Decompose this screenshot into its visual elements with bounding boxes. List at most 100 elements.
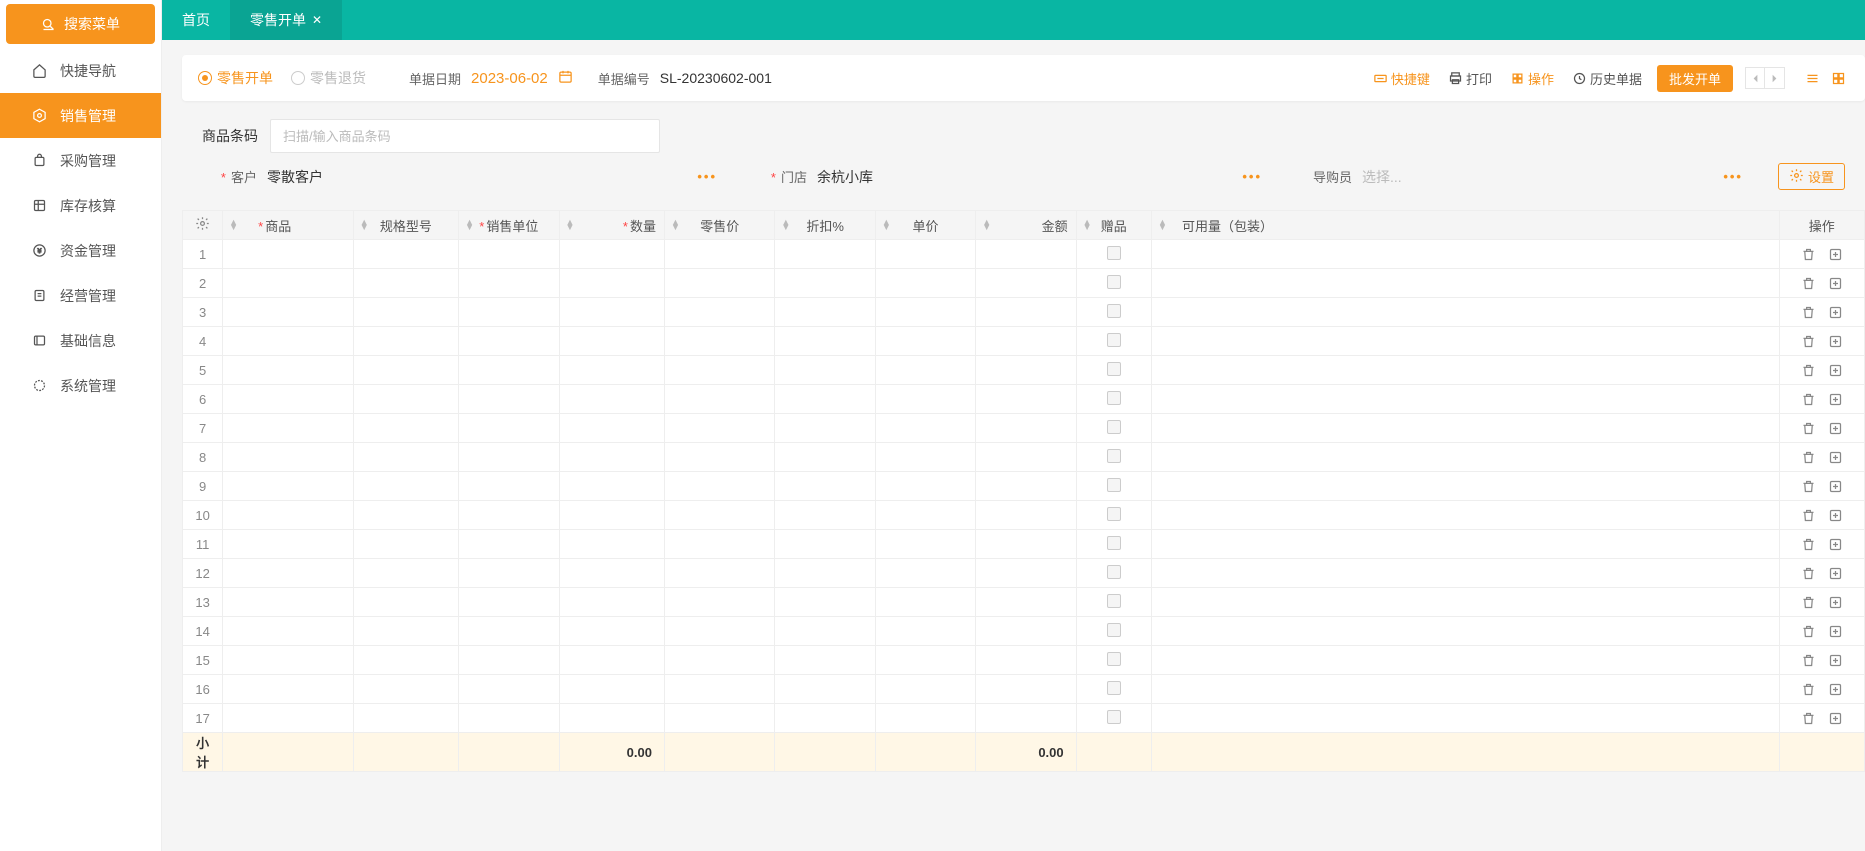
tab-1[interactable]: 零售开单✕ xyxy=(230,0,342,40)
checkbox-icon[interactable] xyxy=(1107,275,1121,289)
table-row[interactable]: 16 xyxy=(183,675,1865,704)
batch-order-button[interactable]: 批发开单 xyxy=(1657,65,1733,92)
col-available[interactable]: ▲▼可用量（包装） xyxy=(1151,211,1779,240)
next-doc-button[interactable] xyxy=(1765,67,1785,89)
header-gear[interactable] xyxy=(183,211,223,240)
gift-cell[interactable] xyxy=(1076,269,1151,298)
col-qty[interactable]: ▲▼*数量 xyxy=(559,211,664,240)
table-row[interactable]: 11 xyxy=(183,530,1865,559)
gift-cell[interactable] xyxy=(1076,414,1151,443)
delete-row-icon[interactable] xyxy=(1801,450,1816,465)
delete-row-icon[interactable] xyxy=(1801,276,1816,291)
gift-cell[interactable] xyxy=(1076,443,1151,472)
sidebar-item-6[interactable]: 基础信息 xyxy=(0,318,161,363)
checkbox-icon[interactable] xyxy=(1107,507,1121,521)
table-row[interactable]: 2 xyxy=(183,269,1865,298)
search-menu-button[interactable]: 搜索菜单 xyxy=(6,4,155,44)
table-row[interactable]: 14 xyxy=(183,617,1865,646)
table-row[interactable]: 13 xyxy=(183,588,1865,617)
operate-link[interactable]: 操作 xyxy=(1510,69,1554,88)
col-amount[interactable]: ▲▼金额 xyxy=(976,211,1076,240)
delete-row-icon[interactable] xyxy=(1801,711,1816,726)
barcode-input[interactable] xyxy=(270,119,660,153)
grid-view-icon[interactable] xyxy=(1827,67,1849,89)
checkbox-icon[interactable] xyxy=(1107,710,1121,724)
guide-picker[interactable]: 导购员 选择... ••• xyxy=(1297,167,1778,187)
table-row[interactable]: 17 xyxy=(183,704,1865,733)
shortcut-link[interactable]: 快捷键 xyxy=(1373,69,1430,88)
gift-cell[interactable] xyxy=(1076,472,1151,501)
gift-cell[interactable] xyxy=(1076,356,1151,385)
delete-row-icon[interactable] xyxy=(1801,363,1816,378)
col-discount[interactable]: ▲▼折扣% xyxy=(775,211,875,240)
delete-row-icon[interactable] xyxy=(1801,508,1816,523)
checkbox-icon[interactable] xyxy=(1107,420,1121,434)
add-row-icon[interactable] xyxy=(1828,334,1843,349)
date-value[interactable]: 2023-06-02 xyxy=(471,70,548,87)
checkbox-icon[interactable] xyxy=(1107,536,1121,550)
delete-row-icon[interactable] xyxy=(1801,247,1816,262)
table-row[interactable]: 3 xyxy=(183,298,1865,327)
guide-more-icon[interactable]: ••• xyxy=(1723,169,1743,184)
table-row[interactable]: 10 xyxy=(183,501,1865,530)
list-view-icon[interactable] xyxy=(1801,67,1823,89)
gift-cell[interactable] xyxy=(1076,559,1151,588)
add-row-icon[interactable] xyxy=(1828,653,1843,668)
checkbox-icon[interactable] xyxy=(1107,391,1121,405)
col-price[interactable]: ▲▼零售价 xyxy=(664,211,774,240)
col-gift[interactable]: ▲▼赠品 xyxy=(1076,211,1151,240)
table-row[interactable]: 9 xyxy=(183,472,1865,501)
delete-row-icon[interactable] xyxy=(1801,595,1816,610)
checkbox-icon[interactable] xyxy=(1107,246,1121,260)
table-row[interactable]: 7 xyxy=(183,414,1865,443)
add-row-icon[interactable] xyxy=(1828,537,1843,552)
sidebar-item-0[interactable]: 快捷导航 xyxy=(0,48,161,93)
delete-row-icon[interactable] xyxy=(1801,334,1816,349)
checkbox-icon[interactable] xyxy=(1107,304,1121,318)
settings-button[interactable]: 设置 xyxy=(1778,163,1845,190)
checkbox-icon[interactable] xyxy=(1107,478,1121,492)
radio-retail-return[interactable]: 零售退货 xyxy=(291,68,366,88)
table-row[interactable]: 15 xyxy=(183,646,1865,675)
sidebar-item-4[interactable]: ¥资金管理 xyxy=(0,228,161,273)
col-spec[interactable]: ▲▼规格型号 xyxy=(353,211,458,240)
table-row[interactable]: 1 xyxy=(183,240,1865,269)
add-row-icon[interactable] xyxy=(1828,624,1843,639)
radio-retail-sale[interactable]: 零售开单 xyxy=(198,68,273,88)
add-row-icon[interactable] xyxy=(1828,392,1843,407)
tab-close-icon[interactable]: ✕ xyxy=(312,13,322,27)
table-row[interactable]: 4 xyxy=(183,327,1865,356)
sidebar-item-2[interactable]: 采购管理 xyxy=(0,138,161,183)
store-more-icon[interactable]: ••• xyxy=(1242,169,1262,184)
history-link[interactable]: 历史单据 xyxy=(1572,69,1642,88)
checkbox-icon[interactable] xyxy=(1107,565,1121,579)
delete-row-icon[interactable] xyxy=(1801,653,1816,668)
table-row[interactable]: 6 xyxy=(183,385,1865,414)
gift-cell[interactable] xyxy=(1076,530,1151,559)
gift-cell[interactable] xyxy=(1076,327,1151,356)
delete-row-icon[interactable] xyxy=(1801,392,1816,407)
add-row-icon[interactable] xyxy=(1828,421,1843,436)
store-picker[interactable]: *门店 余杭小库 ••• xyxy=(752,167,1297,187)
checkbox-icon[interactable] xyxy=(1107,623,1121,637)
table-row[interactable]: 5 xyxy=(183,356,1865,385)
sidebar-item-1[interactable]: 销售管理 xyxy=(0,93,161,138)
add-row-icon[interactable] xyxy=(1828,363,1843,378)
gift-cell[interactable] xyxy=(1076,617,1151,646)
add-row-icon[interactable] xyxy=(1828,711,1843,726)
customer-picker[interactable]: *客户 零散客户 ••• xyxy=(202,167,752,187)
add-row-icon[interactable] xyxy=(1828,450,1843,465)
sidebar-item-3[interactable]: 库存核算 xyxy=(0,183,161,228)
gift-cell[interactable] xyxy=(1076,646,1151,675)
delete-row-icon[interactable] xyxy=(1801,305,1816,320)
gift-cell[interactable] xyxy=(1076,298,1151,327)
delete-row-icon[interactable] xyxy=(1801,682,1816,697)
sidebar-item-7[interactable]: 系统管理 xyxy=(0,363,161,408)
tab-0[interactable]: 首页 xyxy=(162,0,230,40)
delete-row-icon[interactable] xyxy=(1801,421,1816,436)
delete-row-icon[interactable] xyxy=(1801,624,1816,639)
gift-cell[interactable] xyxy=(1076,240,1151,269)
gift-cell[interactable] xyxy=(1076,675,1151,704)
col-unit[interactable]: ▲▼*销售单位 xyxy=(459,211,559,240)
customer-more-icon[interactable]: ••• xyxy=(697,169,717,184)
